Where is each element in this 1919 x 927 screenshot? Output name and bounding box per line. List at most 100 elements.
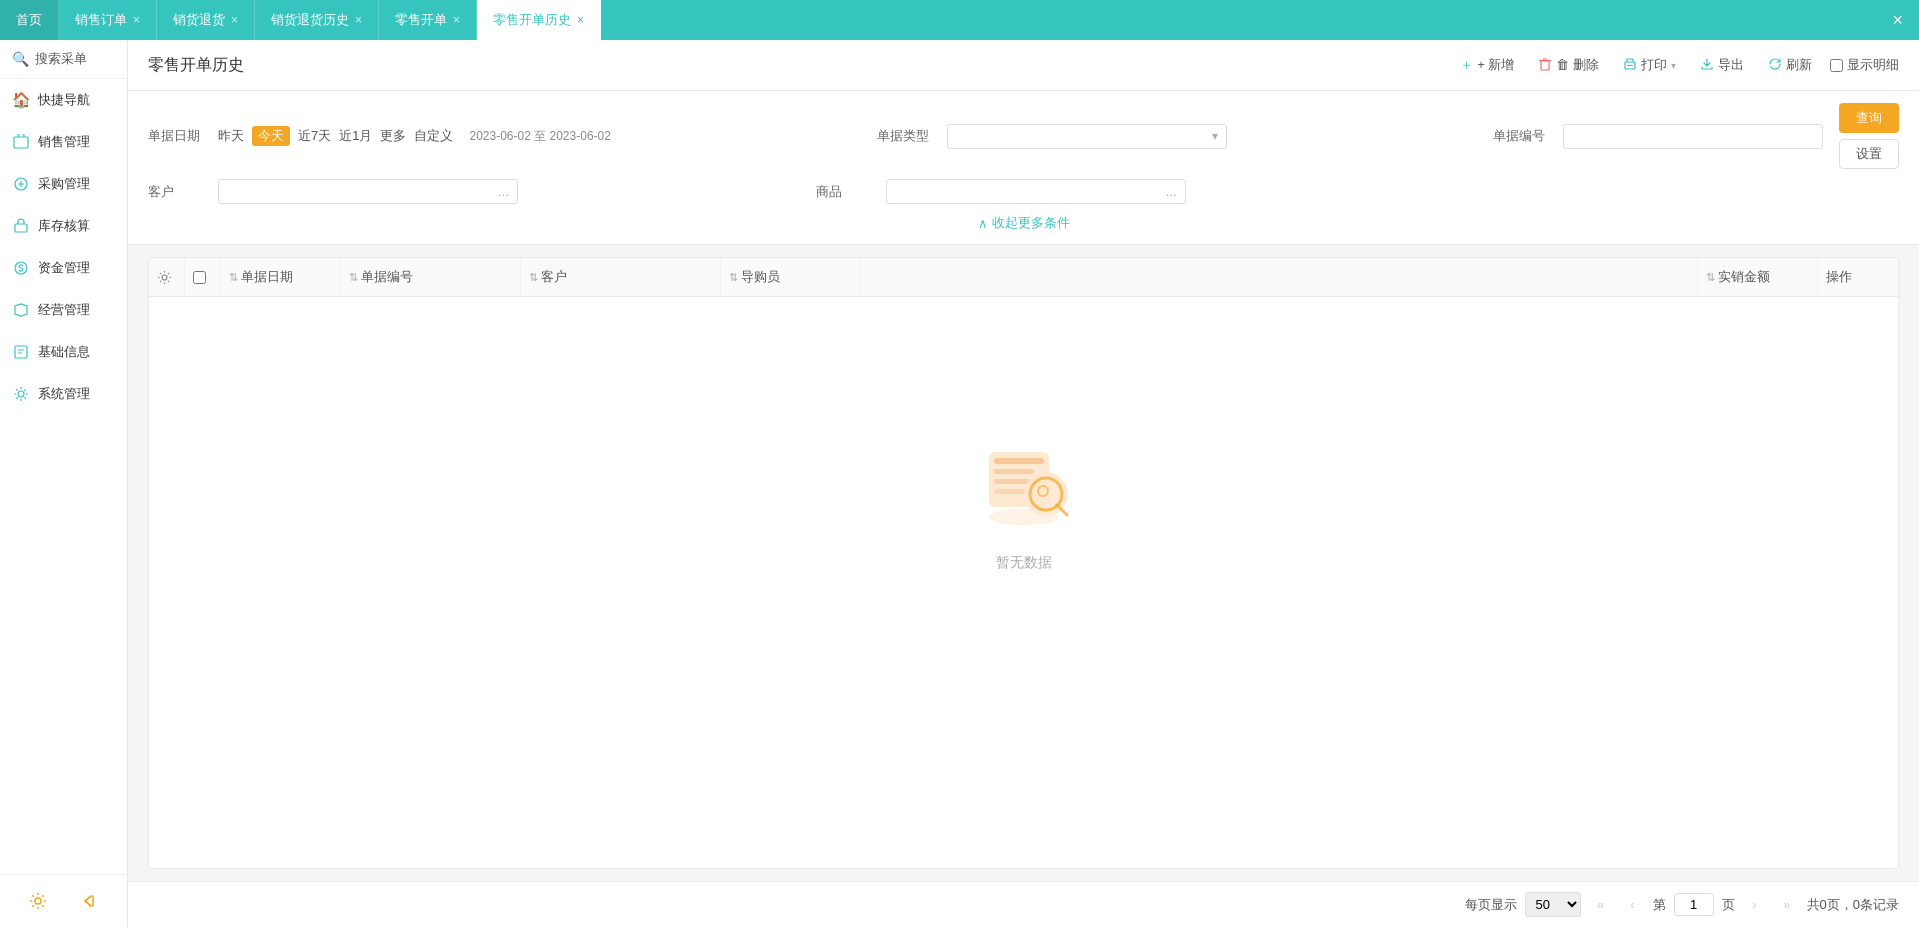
svg-rect-17 xyxy=(994,489,1029,494)
sidebar-item-basic-label: 基础信息 xyxy=(38,343,90,361)
filter-area: 单据日期 昨天 今天 近7天 近1月 更多 自定义 2023-06-02 至 2… xyxy=(128,91,1919,245)
sidebar-item-system[interactable]: 系统管理 xyxy=(0,373,127,415)
show-detail-checkbox[interactable] xyxy=(1830,59,1843,72)
customer-dots[interactable]: ... xyxy=(498,184,509,199)
print-button[interactable]: 打印 ▾ xyxy=(1617,52,1682,78)
number-filter-input[interactable] xyxy=(1563,124,1823,149)
sidebar-item-management[interactable]: 经营管理 xyxy=(0,289,127,331)
empty-text: 暂无数据 xyxy=(996,554,1052,572)
date-opt-7days[interactable]: 近7天 xyxy=(298,127,331,145)
svg-rect-0 xyxy=(14,137,28,148)
home-icon: 🏠 xyxy=(12,91,30,109)
tab-sales-order[interactable]: 销售订单 × xyxy=(59,0,157,40)
page-header: 零售开单历史 ＋ + 新增 🗑 删除 打印 ▾ xyxy=(128,40,1919,91)
tab-sales-order-close[interactable]: × xyxy=(133,13,140,27)
settings-gear-btn[interactable] xyxy=(24,887,52,915)
sidebar-item-system-label: 系统管理 xyxy=(38,385,90,403)
add-button[interactable]: ＋ + 新增 xyxy=(1454,52,1520,78)
tab-retail-order[interactable]: 零售开单 × xyxy=(379,0,477,40)
tab-return-history-close[interactable]: × xyxy=(355,13,362,27)
system-icon xyxy=(12,385,30,403)
svg-rect-10 xyxy=(1627,65,1633,66)
sidebar-item-purchase-label: 采购管理 xyxy=(38,175,90,193)
next-page-btn[interactable]: › xyxy=(1743,893,1767,917)
query-button[interactable]: 查询 xyxy=(1839,103,1899,133)
tab-return[interactable]: 销货退货 × xyxy=(157,0,255,40)
th-number[interactable]: ⇅ 单据编号 xyxy=(341,258,521,296)
tab-retail-order-label: 零售开单 xyxy=(395,11,447,29)
date-opt-yesterday[interactable]: 昨天 xyxy=(218,127,244,145)
sidebar-bottom xyxy=(0,874,127,927)
total-info: 共0页，0条记录 xyxy=(1807,896,1899,914)
tab-return-history[interactable]: 销货退货历史 × xyxy=(255,0,379,40)
prev-page-btn[interactable]: ‹ xyxy=(1621,893,1645,917)
svg-point-5 xyxy=(18,391,24,397)
delete-button[interactable]: 🗑 删除 xyxy=(1532,52,1605,78)
th-customer[interactable]: ⇅ 客户 xyxy=(521,258,721,296)
th-guide[interactable]: ⇅ 导购员 xyxy=(721,258,861,296)
svg-rect-14 xyxy=(994,458,1044,464)
management-icon xyxy=(12,301,30,319)
close-window-btn[interactable]: × xyxy=(1892,10,1903,31)
goods-dots[interactable]: ... xyxy=(1166,184,1177,199)
first-page-btn[interactable]: « xyxy=(1589,893,1613,917)
sidebar-item-nav[interactable]: 🏠 快捷导航 xyxy=(0,79,127,121)
type-select-wrap[interactable]: ▾ xyxy=(947,124,1227,149)
sidebar-item-basic[interactable]: 基础信息 xyxy=(0,331,127,373)
per-page-select[interactable]: 10 20 50 100 xyxy=(1525,892,1581,917)
tab-retail-order-close[interactable]: × xyxy=(453,13,460,27)
refresh-button[interactable]: 刷新 xyxy=(1762,52,1818,78)
sidebar-item-management-label: 经营管理 xyxy=(38,301,90,319)
th-action: 操作 xyxy=(1818,258,1898,296)
date-opt-today[interactable]: 今天 xyxy=(252,126,290,146)
filter-row-date: 单据日期 昨天 今天 近7天 近1月 更多 自定义 2023-06-02 至 2… xyxy=(148,103,1899,169)
finance-icon xyxy=(12,259,30,277)
svg-rect-15 xyxy=(994,469,1034,474)
goods-select[interactable] xyxy=(895,184,1158,199)
sidebar-item-purchase[interactable]: 采购管理 xyxy=(0,163,127,205)
th-gear[interactable] xyxy=(149,258,185,296)
tab-retail-history-close[interactable]: × xyxy=(577,13,584,27)
select-all-checkbox[interactable] xyxy=(193,271,206,284)
top-bar-right: × xyxy=(1876,10,1919,31)
sort-amount-icon: ⇅ xyxy=(1706,271,1715,284)
date-opt-custom[interactable]: 自定义 xyxy=(414,127,453,145)
tab-home[interactable]: 首页 xyxy=(0,0,59,40)
sidebar: 🔍 搜索采单 🏠 快捷导航 销售管理 采购管理 库存核算 xyxy=(0,40,128,927)
last-page-btn[interactable]: » xyxy=(1775,893,1799,917)
tab-return-label: 销货退货 xyxy=(173,11,225,29)
tab-retail-history[interactable]: 零售开单历史 × xyxy=(477,0,601,40)
sidebar-item-finance[interactable]: 资金管理 xyxy=(0,247,127,289)
th-amount[interactable]: ⇅ 实销金额 xyxy=(1698,258,1818,296)
collapse-sidebar-btn[interactable] xyxy=(75,887,103,915)
goods-select-wrap[interactable]: ... xyxy=(886,179,1186,204)
sidebar-item-sales-label: 销售管理 xyxy=(38,133,90,151)
empty-state: 暂无数据 xyxy=(149,297,1898,697)
page-title: 零售开单历史 xyxy=(148,55,244,76)
customer-select[interactable] xyxy=(227,184,490,199)
export-icon xyxy=(1700,57,1714,74)
setting-button[interactable]: 设置 xyxy=(1839,139,1899,169)
delete-icon xyxy=(1538,57,1552,74)
refresh-icon xyxy=(1768,57,1782,74)
date-opt-1month[interactable]: 近1月 xyxy=(339,127,372,145)
th-date[interactable]: ⇅ 单据日期 xyxy=(221,258,341,296)
sidebar-item-sales[interactable]: 销售管理 xyxy=(0,121,127,163)
show-detail-checkbox-label[interactable]: 显示明细 xyxy=(1830,56,1899,74)
collapse-bar[interactable]: ∧ 收起更多条件 xyxy=(148,214,1899,232)
page-input[interactable] xyxy=(1674,893,1714,916)
svg-point-6 xyxy=(35,898,41,904)
sidebar-search-label: 搜索采单 xyxy=(35,50,87,68)
tab-return-close[interactable]: × xyxy=(231,13,238,27)
purchase-icon xyxy=(12,175,30,193)
main-layout: 🔍 搜索采单 🏠 快捷导航 销售管理 采购管理 库存核算 xyxy=(0,40,1919,927)
tab-return-history-label: 销货退货历史 xyxy=(271,11,349,29)
type-select[interactable] xyxy=(956,129,1218,144)
sidebar-item-inventory[interactable]: 库存核算 xyxy=(0,205,127,247)
export-button[interactable]: 导出 xyxy=(1694,52,1750,78)
customer-select-wrap[interactable]: ... xyxy=(218,179,518,204)
th-checkbox[interactable] xyxy=(185,258,221,296)
sidebar-search[interactable]: 🔍 搜索采单 xyxy=(0,40,127,79)
date-opt-more[interactable]: 更多 xyxy=(380,127,406,145)
page-label: 第 xyxy=(1653,896,1666,914)
